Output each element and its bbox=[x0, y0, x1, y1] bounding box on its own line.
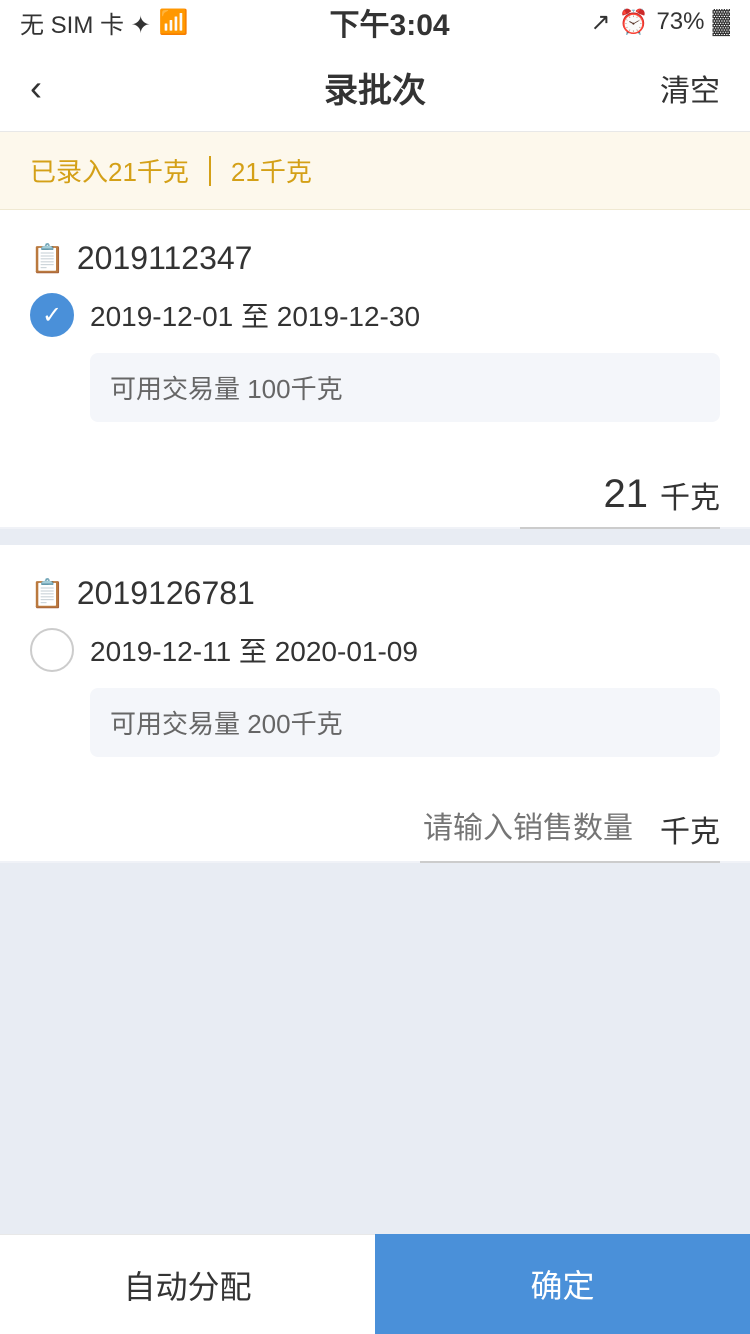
info-banner: 已录入21千克 21千克 bbox=[0, 132, 750, 210]
batch-2-input-row: 千克 bbox=[0, 787, 750, 861]
batch-1-radio[interactable]: ✓ bbox=[30, 293, 74, 337]
batch-2-header: 📋 2019126781 bbox=[30, 575, 720, 612]
battery-level: 73% bbox=[656, 8, 704, 36]
batch-1-id: 2019112347 bbox=[77, 240, 253, 277]
batch-2-radio[interactable] bbox=[30, 628, 74, 672]
batch-2-date-row: 2019-12-11 至 2020-01-09 bbox=[30, 628, 720, 672]
confirm-button[interactable]: 确定 bbox=[375, 1234, 750, 1334]
batch-1-amount-row: 21 千克 bbox=[0, 452, 750, 527]
auto-distribute-button[interactable]: 自动分配 bbox=[0, 1234, 375, 1334]
alarm-icon: ⏰ bbox=[619, 8, 649, 37]
wifi-icon: 📶 bbox=[159, 8, 189, 37]
sim-label: 无 SIM 卡 ✦ bbox=[20, 5, 151, 40]
batch-2-id: 2019126781 bbox=[77, 575, 255, 612]
status-bar: 无 SIM 卡 ✦ 📶 下午3:04 ↗ ⏰ 73% ▓ bbox=[0, 0, 750, 44]
batch-icon-2: 📋 bbox=[30, 577, 65, 610]
battery-icon: ▓ bbox=[712, 8, 730, 36]
location-icon: ↗ bbox=[590, 8, 610, 37]
batch-1-amount-unit: 千克 bbox=[660, 473, 720, 517]
banner-divider bbox=[209, 156, 211, 186]
batch-2-available: 可用交易量 200千克 bbox=[90, 688, 720, 757]
bottom-bar: 自动分配 确定 bbox=[0, 1234, 750, 1334]
batch-item-2: 📋 2019126781 2019-12-11 至 2020-01-09 可用交… bbox=[0, 545, 750, 787]
content-area: 已录入21千克 21千克 📋 2019112347 ✓ 2019-12-01 至… bbox=[0, 132, 750, 1263]
batch-item-1: 📋 2019112347 ✓ 2019-12-01 至 2019-12-30 可… bbox=[0, 210, 750, 452]
recorded-amount-label: 已录入21千克 bbox=[30, 152, 189, 189]
batch-1-date: 2019-12-01 至 2019-12-30 bbox=[90, 295, 420, 335]
nav-bar: ‹ 录批次 清空 bbox=[0, 44, 750, 132]
status-left: 无 SIM 卡 ✦ 📶 bbox=[20, 5, 189, 40]
batch-2-quantity-input[interactable] bbox=[30, 812, 648, 846]
back-button[interactable]: ‹ bbox=[30, 67, 90, 109]
batch-1-available: 可用交易量 100千克 bbox=[90, 353, 720, 422]
status-time: 下午3:04 bbox=[330, 0, 450, 44]
recorded-amount-value: 21千克 bbox=[231, 152, 312, 189]
check-icon: ✓ bbox=[42, 301, 62, 330]
batch-1-header: 📋 2019112347 bbox=[30, 240, 720, 277]
section-separator bbox=[0, 529, 750, 545]
batch-icon-1: 📋 bbox=[30, 242, 65, 275]
status-right: ↗ ⏰ 73% ▓ bbox=[590, 8, 730, 37]
batch-1-amount-value: 21 bbox=[604, 472, 649, 517]
clear-button[interactable]: 清空 bbox=[660, 66, 720, 110]
batch-1-date-row: ✓ 2019-12-01 至 2019-12-30 bbox=[30, 293, 720, 337]
batch-2-input-unit: 千克 bbox=[660, 807, 720, 851]
page-title: 录批次 bbox=[324, 63, 426, 112]
batch-2-date: 2019-12-11 至 2020-01-09 bbox=[90, 630, 418, 670]
empty-area bbox=[0, 863, 750, 1263]
